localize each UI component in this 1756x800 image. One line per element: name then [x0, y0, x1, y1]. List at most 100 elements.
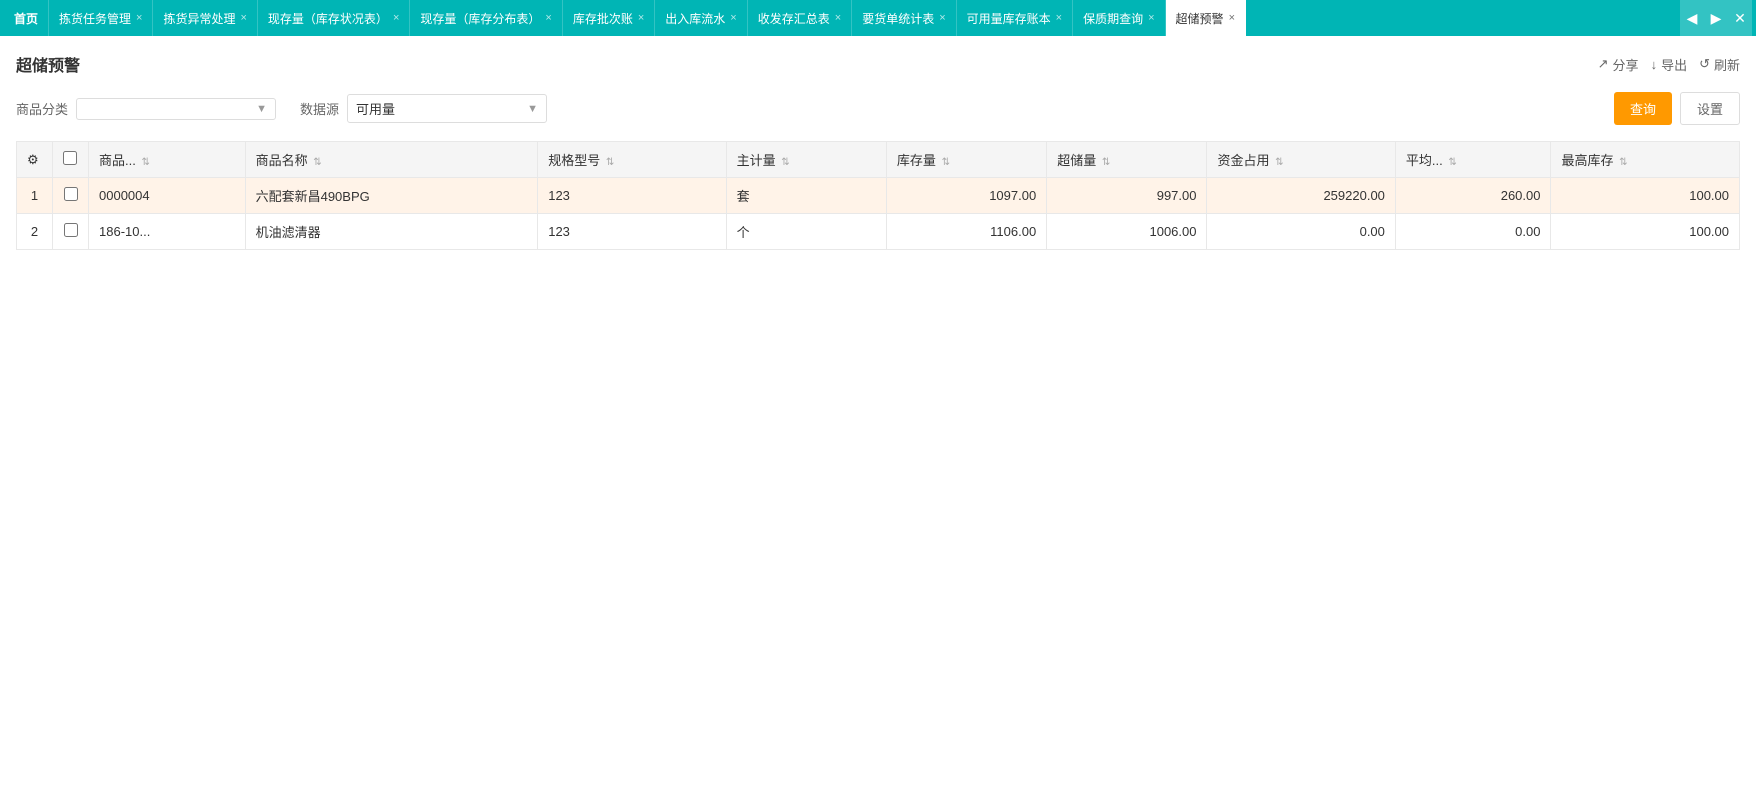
nav-tab-exception[interactable]: 拣货异常处理 ×: [153, 0, 257, 36]
nav-tab-stock-dist[interactable]: 现存量（库存分布表） ×: [410, 0, 562, 36]
td-stock-2: 1106.00: [886, 214, 1046, 250]
header-actions: ↗ 分享 ↓ 导出 ↺ 刷新: [1598, 55, 1740, 74]
nav-tab-overstock[interactable]: 超储预警 ×: [1166, 0, 1246, 36]
th-avg[interactable]: 平均... ⇅: [1395, 142, 1551, 178]
td-name-1: 六配套新昌490BPG: [245, 178, 538, 214]
th-capital[interactable]: 资金占用 ⇅: [1207, 142, 1395, 178]
close-stock-dist[interactable]: ×: [545, 12, 551, 24]
datasource-chevron-icon: ▼: [527, 103, 538, 115]
datasource-filter-group: 数据源 可用量 ▼: [300, 94, 547, 123]
filter-actions: 查询 设置: [1614, 92, 1740, 125]
nav-prev-btn[interactable]: ◀: [1680, 0, 1704, 36]
table-row: 1 0000004 六配套新昌490BPG 123 套 1097.00 997.…: [17, 178, 1740, 214]
close-overstock[interactable]: ×: [1229, 12, 1235, 24]
close-batch[interactable]: ×: [638, 12, 644, 24]
nav-tab-order-stats[interactable]: 要货单统计表 ×: [852, 0, 956, 36]
share-icon: ↗: [1598, 56, 1609, 72]
td-stock-1: 1097.00: [886, 178, 1046, 214]
settings-icon: ⚙: [27, 152, 39, 167]
th-name[interactable]: 商品名称 ⇅: [245, 142, 538, 178]
settings-button[interactable]: 设置: [1680, 92, 1740, 125]
nav-next-btn[interactable]: ▶: [1704, 0, 1728, 36]
sort-unit-icon: ⇅: [781, 157, 789, 168]
nav-expand-btn[interactable]: ✕: [1728, 0, 1752, 36]
top-nav: 首页 拣货任务管理 × 拣货异常处理 × 现存量（库存状况表） × 现存量（库存…: [0, 0, 1756, 36]
sort-spec-icon: ⇅: [606, 157, 614, 168]
td-avg-1: 260.00: [1395, 178, 1551, 214]
td-overstock-2: 1006.00: [1047, 214, 1207, 250]
td-name-2: 机油滤清器: [245, 214, 538, 250]
page-title: 超储预警: [16, 52, 80, 76]
category-select[interactable]: ▼: [76, 98, 276, 120]
export-icon: ↓: [1651, 57, 1658, 72]
td-overstock-1: 997.00: [1047, 178, 1207, 214]
td-unit-1: 套: [726, 178, 886, 214]
datasource-value: 可用量: [356, 99, 395, 118]
td-avg-2: 0.00: [1395, 214, 1551, 250]
close-exception[interactable]: ×: [240, 12, 246, 24]
nav-tab-available[interactable]: 可用量库存账本 ×: [957, 0, 1073, 36]
td-spec-1: 123: [538, 178, 726, 214]
sort-overstock-icon: ⇅: [1102, 157, 1110, 168]
td-spec-2: 123: [538, 214, 726, 250]
td-maxstock-1: 100.00: [1551, 178, 1740, 214]
td-unit-2: 个: [726, 214, 886, 250]
td-code-2: 186-10...: [89, 214, 246, 250]
nav-tab-expiry[interactable]: 保质期查询 ×: [1073, 0, 1165, 36]
th-code[interactable]: 商品... ⇅: [89, 142, 246, 178]
close-available[interactable]: ×: [1056, 12, 1062, 24]
row-checkbox-1[interactable]: [64, 187, 78, 201]
nav-tab-stock-status[interactable]: 现存量（库存状况表） ×: [258, 0, 410, 36]
category-chevron-icon: ▼: [256, 103, 267, 115]
query-button[interactable]: 查询: [1614, 92, 1672, 125]
page-header: 超储预警 ↗ 分享 ↓ 导出 ↺ 刷新: [16, 52, 1740, 76]
refresh-button[interactable]: ↺ 刷新: [1699, 55, 1740, 74]
nav-tab-summary[interactable]: 收发存汇总表 ×: [748, 0, 852, 36]
filter-row: 商品分类 ▼ 数据源 可用量 ▼ 查询 设置: [16, 92, 1740, 125]
close-task-mgmt[interactable]: ×: [136, 12, 142, 24]
table-body: 1 0000004 六配套新昌490BPG 123 套 1097.00 997.…: [17, 178, 1740, 250]
nav-tab-task-mgmt[interactable]: 拣货任务管理 ×: [49, 0, 153, 36]
share-button[interactable]: ↗ 分享: [1598, 55, 1639, 74]
td-capital-2: 0.00: [1207, 214, 1395, 250]
data-table: ⚙ 商品... ⇅ 商品名称 ⇅ 规格型号 ⇅ 主计量: [16, 141, 1740, 250]
sort-avg-icon: ⇅: [1448, 157, 1456, 168]
td-row-num-1: 1: [17, 178, 53, 214]
th-unit[interactable]: 主计量 ⇅: [726, 142, 886, 178]
td-row-num-2: 2: [17, 214, 53, 250]
sort-name-icon: ⇅: [313, 157, 321, 168]
td-checkbox-2[interactable]: [53, 214, 89, 250]
datasource-select[interactable]: 可用量 ▼: [347, 94, 547, 123]
sort-capital-icon: ⇅: [1275, 157, 1283, 168]
close-summary[interactable]: ×: [835, 12, 841, 24]
row-checkbox-2[interactable]: [64, 223, 78, 237]
export-button[interactable]: ↓ 导出: [1651, 55, 1688, 74]
main-content: 超储预警 ↗ 分享 ↓ 导出 ↺ 刷新 商品分类 ▼ 数据源: [0, 36, 1756, 800]
close-expiry[interactable]: ×: [1148, 12, 1154, 24]
th-overstock[interactable]: 超储量 ⇅: [1047, 142, 1207, 178]
datasource-label: 数据源: [300, 99, 339, 118]
close-flow[interactable]: ×: [730, 12, 736, 24]
nav-tab-batch[interactable]: 库存批次账 ×: [563, 0, 655, 36]
close-order-stats[interactable]: ×: [939, 12, 945, 24]
sort-code-icon: ⇅: [141, 157, 149, 168]
td-checkbox-1[interactable]: [53, 178, 89, 214]
td-capital-1: 259220.00: [1207, 178, 1395, 214]
category-label: 商品分类: [16, 99, 68, 118]
category-filter-group: 商品分类 ▼: [16, 98, 276, 120]
sort-stock-icon: ⇅: [942, 157, 950, 168]
td-code-1: 0000004: [89, 178, 246, 214]
th-spec[interactable]: 规格型号 ⇅: [538, 142, 726, 178]
th-checkbox[interactable]: [53, 142, 89, 178]
close-stock-status[interactable]: ×: [393, 12, 399, 24]
th-stock[interactable]: 库存量 ⇅: [886, 142, 1046, 178]
nav-arrows: ◀ ▶ ✕: [1680, 0, 1752, 36]
table-header: ⚙ 商品... ⇅ 商品名称 ⇅ 规格型号 ⇅ 主计量: [17, 142, 1740, 178]
table-row: 2 186-10... 机油滤清器 123 个 1106.00 1006.00 …: [17, 214, 1740, 250]
nav-tab-home[interactable]: 首页: [4, 0, 49, 36]
nav-tab-flow[interactable]: 出入库流水 ×: [655, 0, 747, 36]
select-all-checkbox[interactable]: [63, 151, 77, 165]
th-maxstock[interactable]: 最高库存 ⇅: [1551, 142, 1740, 178]
sort-maxstock-icon: ⇅: [1619, 157, 1627, 168]
th-settings[interactable]: ⚙: [17, 142, 53, 178]
